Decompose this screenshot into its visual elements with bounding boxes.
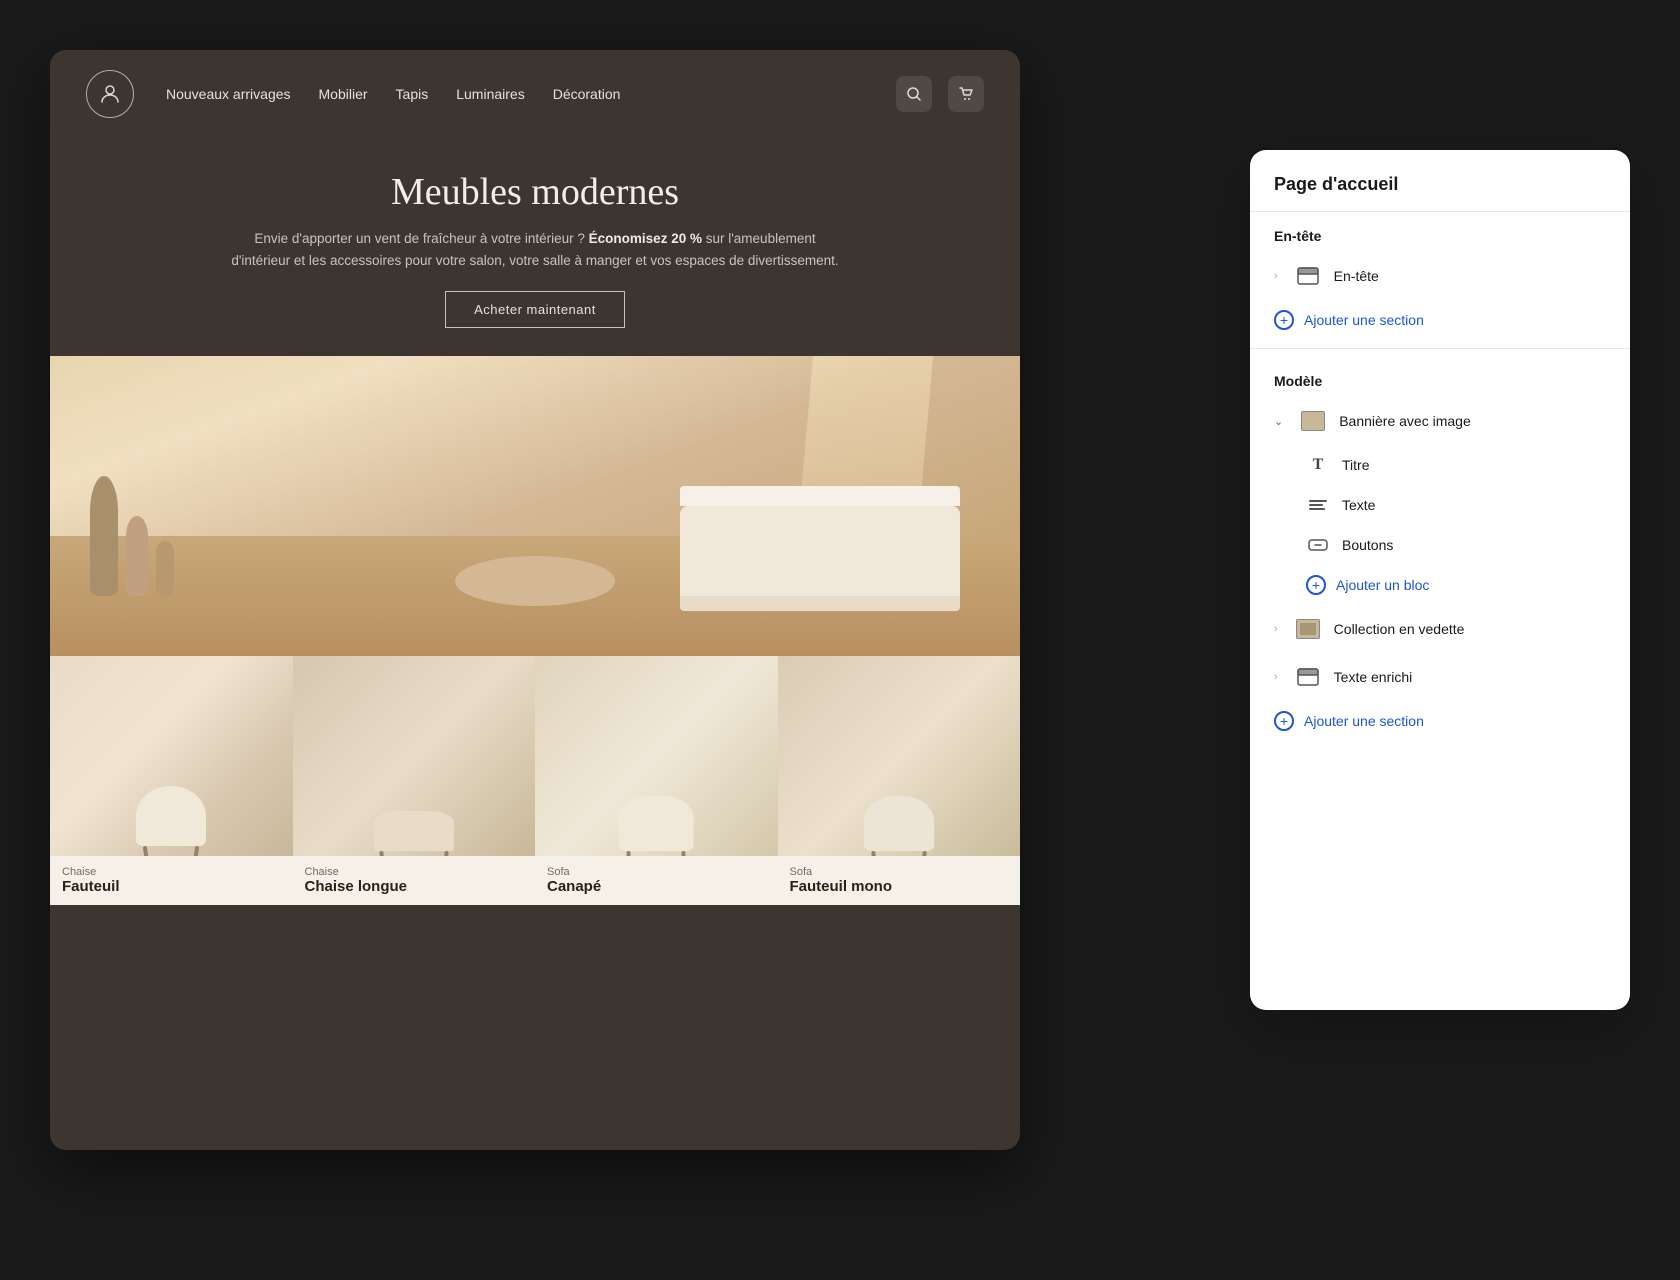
collection-label: Collection en vedette <box>1334 621 1465 637</box>
product-image-1 <box>50 656 293 856</box>
product-category-4: Sofa <box>790 866 1009 878</box>
banniere-icon <box>1299 407 1327 435</box>
product-image-3 <box>535 656 778 856</box>
title-icon: T <box>1306 453 1330 477</box>
section-header-modele: Modèle <box>1250 357 1630 397</box>
text-icon <box>1306 493 1330 517</box>
collection-icon <box>1294 615 1322 643</box>
product-card[interactable]: Sofa Fauteuil mono <box>778 656 1021 905</box>
product-info-2: Chaise Chaise longue <box>293 856 536 905</box>
nav-mobilier[interactable]: Mobilier <box>319 86 368 102</box>
section-header-entete: En-tête <box>1250 212 1630 252</box>
add-section-modele[interactable]: + Ajouter une section <box>1250 701 1630 741</box>
product-grid: Chaise Fauteuil Chaise Chaise longue <box>50 656 1020 905</box>
nav-decoration[interactable]: Décoration <box>553 86 621 102</box>
entete-item[interactable]: › En-tête <box>1250 252 1630 300</box>
buttons-icon <box>1306 533 1330 557</box>
add-section-modele-icon: + <box>1274 711 1294 731</box>
texte-enrichi-label: Texte enrichi <box>1334 669 1413 685</box>
add-bloc[interactable]: + Ajouter un bloc <box>1250 565 1630 605</box>
texte-enrichi-item[interactable]: › Texte enrichi <box>1250 653 1630 701</box>
product-info-3: Sofa Canapé <box>535 856 778 905</box>
nav-icons <box>896 76 984 112</box>
product-info-1: Chaise Fauteuil <box>50 856 293 905</box>
store-preview: Nouveaux arrivages Mobilier Tapis Lumina… <box>50 50 1020 1150</box>
add-section-entete[interactable]: + Ajouter une section <box>1250 300 1630 340</box>
hero-title: Meubles modernes <box>110 170 960 214</box>
nav-luminaires[interactable]: Luminaires <box>456 86 524 102</box>
cart-icon[interactable] <box>948 76 984 112</box>
product-image-4 <box>778 656 1021 856</box>
hero-image <box>50 356 1020 656</box>
product-card[interactable]: Chaise Fauteuil <box>50 656 293 905</box>
search-icon[interactable] <box>896 76 932 112</box>
add-section-entete-label: Ajouter une section <box>1304 312 1424 328</box>
collection-item[interactable]: › Collection en vedette <box>1250 605 1630 653</box>
product-category-2: Chaise <box>305 866 524 878</box>
titre-label: Titre <box>1342 457 1369 473</box>
texte-sub-item[interactable]: Texte <box>1250 485 1630 525</box>
panel-title: Page d'accueil <box>1274 174 1606 195</box>
product-name-1: Fauteuil <box>62 878 281 895</box>
add-bloc-icon: + <box>1306 575 1326 595</box>
chevron-down-icon: ⌄ <box>1274 415 1283 428</box>
hero-section: Meubles modernes Envie d'apporter un ven… <box>50 138 1020 356</box>
entete-label: En-tête <box>1334 268 1606 284</box>
product-card[interactable]: Sofa Canapé <box>535 656 778 905</box>
chevron-right-icon: › <box>1274 270 1278 282</box>
product-category-3: Sofa <box>547 866 766 878</box>
product-category-1: Chaise <box>62 866 281 878</box>
product-image-2 <box>293 656 536 856</box>
product-name-2: Chaise longue <box>305 878 524 895</box>
product-name-4: Fauteuil mono <box>790 878 1009 895</box>
add-section-icon: + <box>1274 310 1294 330</box>
product-info-4: Sofa Fauteuil mono <box>778 856 1021 905</box>
header-icon <box>1294 262 1322 290</box>
hero-cta-button[interactable]: Acheter maintenant <box>445 291 625 328</box>
boutons-label: Boutons <box>1342 537 1393 553</box>
product-name-3: Canapé <box>547 878 766 895</box>
banniere-item[interactable]: ⌄ Bannière avec image <box>1250 397 1630 445</box>
chevron-right-icon-3: › <box>1274 671 1278 683</box>
panel-divider-1 <box>1250 348 1630 349</box>
rich-text-icon <box>1294 663 1322 691</box>
nav-nouveaux-arrivages[interactable]: Nouveaux arrivages <box>166 86 291 102</box>
banniere-label: Bannière avec image <box>1339 413 1606 429</box>
panel-header: Page d'accueil <box>1250 150 1630 212</box>
add-section-modele-label: Ajouter une section <box>1304 713 1424 729</box>
nav-tapis[interactable]: Tapis <box>396 86 429 102</box>
titre-sub-item[interactable]: T Titre <box>1250 445 1630 485</box>
panel-body: En-tête › En-tête + Ajouter une section … <box>1250 212 1630 1007</box>
hero-description: Envie d'apporter un vent de fraîcheur à … <box>225 228 845 271</box>
store-navbar: Nouveaux arrivages Mobilier Tapis Lumina… <box>50 50 1020 138</box>
texte-label: Texte <box>1342 497 1375 513</box>
chevron-right-icon-2: › <box>1274 623 1278 635</box>
boutons-sub-item[interactable]: Boutons <box>1250 525 1630 565</box>
add-bloc-label: Ajouter un bloc <box>1336 577 1429 593</box>
product-card[interactable]: Chaise Chaise longue <box>293 656 536 905</box>
nav-links: Nouveaux arrivages Mobilier Tapis Lumina… <box>166 86 864 102</box>
page-editor-panel: Page d'accueil En-tête › En-tête + Ajout… <box>1250 150 1630 1010</box>
store-logo <box>86 70 134 118</box>
